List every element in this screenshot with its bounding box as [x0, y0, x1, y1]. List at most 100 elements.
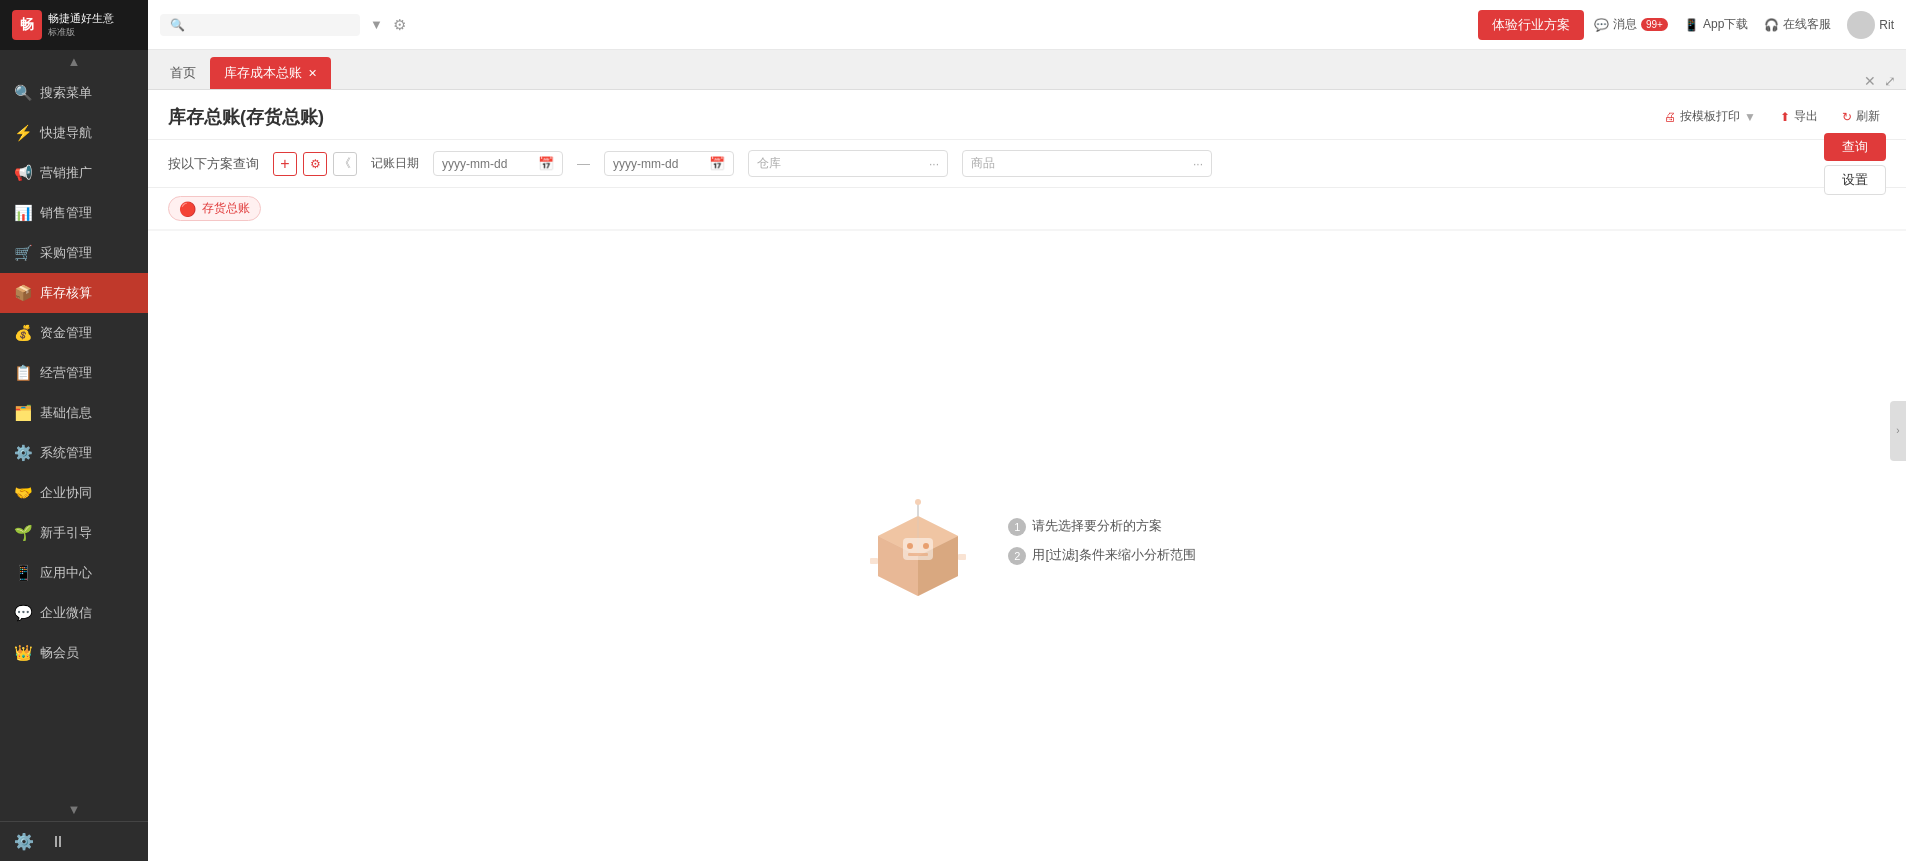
goods-select[interactable]: 商品 ··· — [962, 150, 1212, 177]
svg-rect-5 — [903, 538, 933, 560]
empty-hint-1: 1 请先选择要分析的方案 — [1008, 517, 1195, 536]
date-range-dash: — — [577, 156, 590, 171]
goods-more-icon: ··· — [1193, 157, 1203, 171]
empty-hint-container: 1 请先选择要分析的方案 2 用[过滤]条件来缩小分析范围 — [1008, 517, 1195, 575]
online-service-button[interactable]: 🎧 在线客服 — [1764, 16, 1831, 33]
sidebar-item-label: 销售管理 — [40, 204, 92, 222]
empty-inner: 1 请先选择要分析的方案 2 用[过滤]条件来缩小分析范围 — [858, 486, 1195, 606]
right-panel-collapse-btn[interactable]: › — [1890, 401, 1906, 461]
sidebar-item-label: 应用中心 — [40, 564, 92, 582]
operations-icon: 📋 — [14, 364, 32, 382]
sidebar-item-search[interactable]: 🔍 搜索菜单 — [0, 73, 148, 113]
date-start-input-group: 📅 — [433, 151, 563, 176]
date-end-input[interactable] — [613, 157, 703, 171]
tab-expand-icon[interactable]: ⤢ — [1884, 73, 1896, 89]
sidebar-item-guide[interactable]: 🌱 新手引导 — [0, 513, 148, 553]
sidebar-item-basic-info[interactable]: 🗂️ 基础信息 — [0, 393, 148, 433]
main-area: 🔍 ▼ ⚙ 体验行业方案 💬 消息 99+ 📱 App下载 🎧 在线客服 Rit — [148, 0, 1906, 861]
sidebar-item-inventory[interactable]: 📦 库存核算 — [0, 273, 148, 313]
sidebar-item-enterprise[interactable]: 🤝 企业协同 — [0, 473, 148, 513]
query-button[interactable]: 查询 — [1824, 133, 1886, 161]
collapse-icon[interactable]: ⏸ — [50, 833, 66, 851]
topbar-search-bar[interactable]: 🔍 — [160, 14, 360, 36]
tab-close-all-icon[interactable]: ✕ — [1864, 73, 1876, 89]
app-download-label: App下载 — [1703, 16, 1748, 33]
capital-icon: 💰 — [14, 324, 32, 342]
tab-home-label: 首页 — [170, 64, 196, 82]
sidebar: 畅 畅捷通好生意 标准版 ▲ 🔍 搜索菜单 ⚡ 快捷导航 📢 营销推广 📊 销售… — [0, 0, 148, 861]
app-download-button[interactable]: 📱 App下载 — [1684, 16, 1748, 33]
sidebar-item-member[interactable]: 👑 畅会员 — [0, 633, 148, 673]
search-menu-icon: 🔍 — [14, 84, 32, 102]
filter-buttons: 查询 设置 — [1824, 133, 1886, 195]
user-avatar-button[interactable]: Rit — [1847, 11, 1894, 39]
message-badge: 99+ — [1641, 18, 1668, 31]
tab-inventory-ledger[interactable]: 库存成本总账 ✕ — [210, 57, 331, 89]
step-2-icon: 2 — [1008, 547, 1026, 565]
wechat-icon: 💬 — [14, 604, 32, 622]
date-end-input-group: 📅 — [604, 151, 734, 176]
warehouse-select[interactable]: 仓库 ··· — [748, 150, 948, 177]
topbar-right-actions: 💬 消息 99+ 📱 App下载 🎧 在线客服 Rit — [1594, 11, 1894, 39]
sidebar-item-sales[interactable]: 📊 销售管理 — [0, 193, 148, 233]
industry-solution-button[interactable]: 体验行业方案 — [1478, 10, 1584, 40]
sidebar-item-wechat[interactable]: 💬 企业微信 — [0, 593, 148, 633]
message-button[interactable]: 💬 消息 99+ — [1594, 16, 1668, 33]
collapse-filter-button[interactable]: 《 — [333, 152, 357, 176]
sidebar-item-label: 基础信息 — [40, 404, 92, 422]
scheme-tag[interactable]: 🔴 存货总账 — [168, 196, 261, 221]
guide-icon: 🌱 — [14, 524, 32, 542]
basic-info-icon: 🗂️ — [14, 404, 32, 422]
sidebar-item-label: 系统管理 — [40, 444, 92, 462]
gear-settings-icon[interactable]: ⚙ — [393, 16, 406, 34]
sidebar-item-label: 畅会员 — [40, 644, 79, 662]
sidebar-item-label: 库存核算 — [40, 284, 92, 302]
sidebar-item-label: 企业协同 — [40, 484, 92, 502]
empty-hint-2: 2 用[过滤]条件来缩小分析范围 — [1008, 546, 1195, 565]
settings-icon[interactable]: ⚙️ — [14, 832, 34, 851]
sidebar-item-label: 新手引导 — [40, 524, 92, 542]
filter-settings-button[interactable]: ⚙ — [303, 152, 327, 176]
system-icon: ⚙️ — [14, 444, 32, 462]
svg-point-7 — [923, 543, 929, 549]
export-label: 导出 — [1794, 108, 1818, 125]
dropdown-arrow-icon[interactable]: ▼ — [370, 17, 383, 32]
message-icon: 💬 — [1594, 18, 1609, 32]
sidebar-item-purchase[interactable]: 🛒 采购管理 — [0, 233, 148, 273]
add-filter-button[interactable]: + — [273, 152, 297, 176]
sidebar-item-label: 快捷导航 — [40, 124, 92, 142]
calendar-start-icon[interactable]: 📅 — [538, 156, 554, 171]
settings-button[interactable]: 设置 — [1824, 165, 1886, 195]
export-icon: ⬆ — [1780, 110, 1790, 124]
sidebar-item-app-center[interactable]: 📱 应用中心 — [0, 553, 148, 593]
date-start-input[interactable] — [442, 157, 532, 171]
search-icon: 🔍 — [170, 18, 185, 32]
sidebar-item-quick-nav[interactable]: ⚡ 快捷导航 — [0, 113, 148, 153]
tab-close-icon[interactable]: ✕ — [308, 67, 317, 80]
print-template-button[interactable]: 🖨 按模板打印 ▼ — [1658, 104, 1762, 129]
sidebar-scroll-down[interactable]: ▼ — [0, 798, 148, 821]
export-button[interactable]: ⬆ 导出 — [1774, 104, 1824, 129]
refresh-button[interactable]: ↻ 刷新 — [1836, 104, 1886, 129]
sales-icon: 📊 — [14, 204, 32, 222]
sidebar-item-system[interactable]: ⚙️ 系统管理 — [0, 433, 148, 473]
sidebar-item-label: 资金管理 — [40, 324, 92, 342]
refresh-icon: ↻ — [1842, 110, 1852, 124]
svg-point-10 — [915, 499, 921, 505]
tab-inventory-ledger-label: 库存成本总账 — [224, 64, 302, 82]
phone-icon: 📱 — [1684, 18, 1699, 32]
warehouse-more-icon: ··· — [929, 157, 939, 171]
hint-2-text: 用[过滤]条件来缩小分析范围 — [1032, 546, 1195, 564]
sidebar-item-label: 营销推广 — [40, 164, 92, 182]
app-edition: 标准版 — [48, 26, 114, 39]
sidebar-menu: 🔍 搜索菜单 ⚡ 快捷导航 📢 营销推广 📊 销售管理 🛒 采购管理 📦 库存核… — [0, 73, 148, 798]
svg-rect-8 — [908, 553, 928, 556]
sidebar-scroll-up[interactable]: ▲ — [0, 50, 148, 73]
sidebar-item-marketing[interactable]: 📢 营销推广 — [0, 153, 148, 193]
tab-home[interactable]: 首页 — [156, 57, 210, 89]
step-1-icon: 1 — [1008, 518, 1026, 536]
sidebar-item-capital[interactable]: 💰 资金管理 — [0, 313, 148, 353]
enterprise-icon: 🤝 — [14, 484, 32, 502]
sidebar-item-operations[interactable]: 📋 经营管理 — [0, 353, 148, 393]
calendar-end-icon[interactable]: 📅 — [709, 156, 725, 171]
